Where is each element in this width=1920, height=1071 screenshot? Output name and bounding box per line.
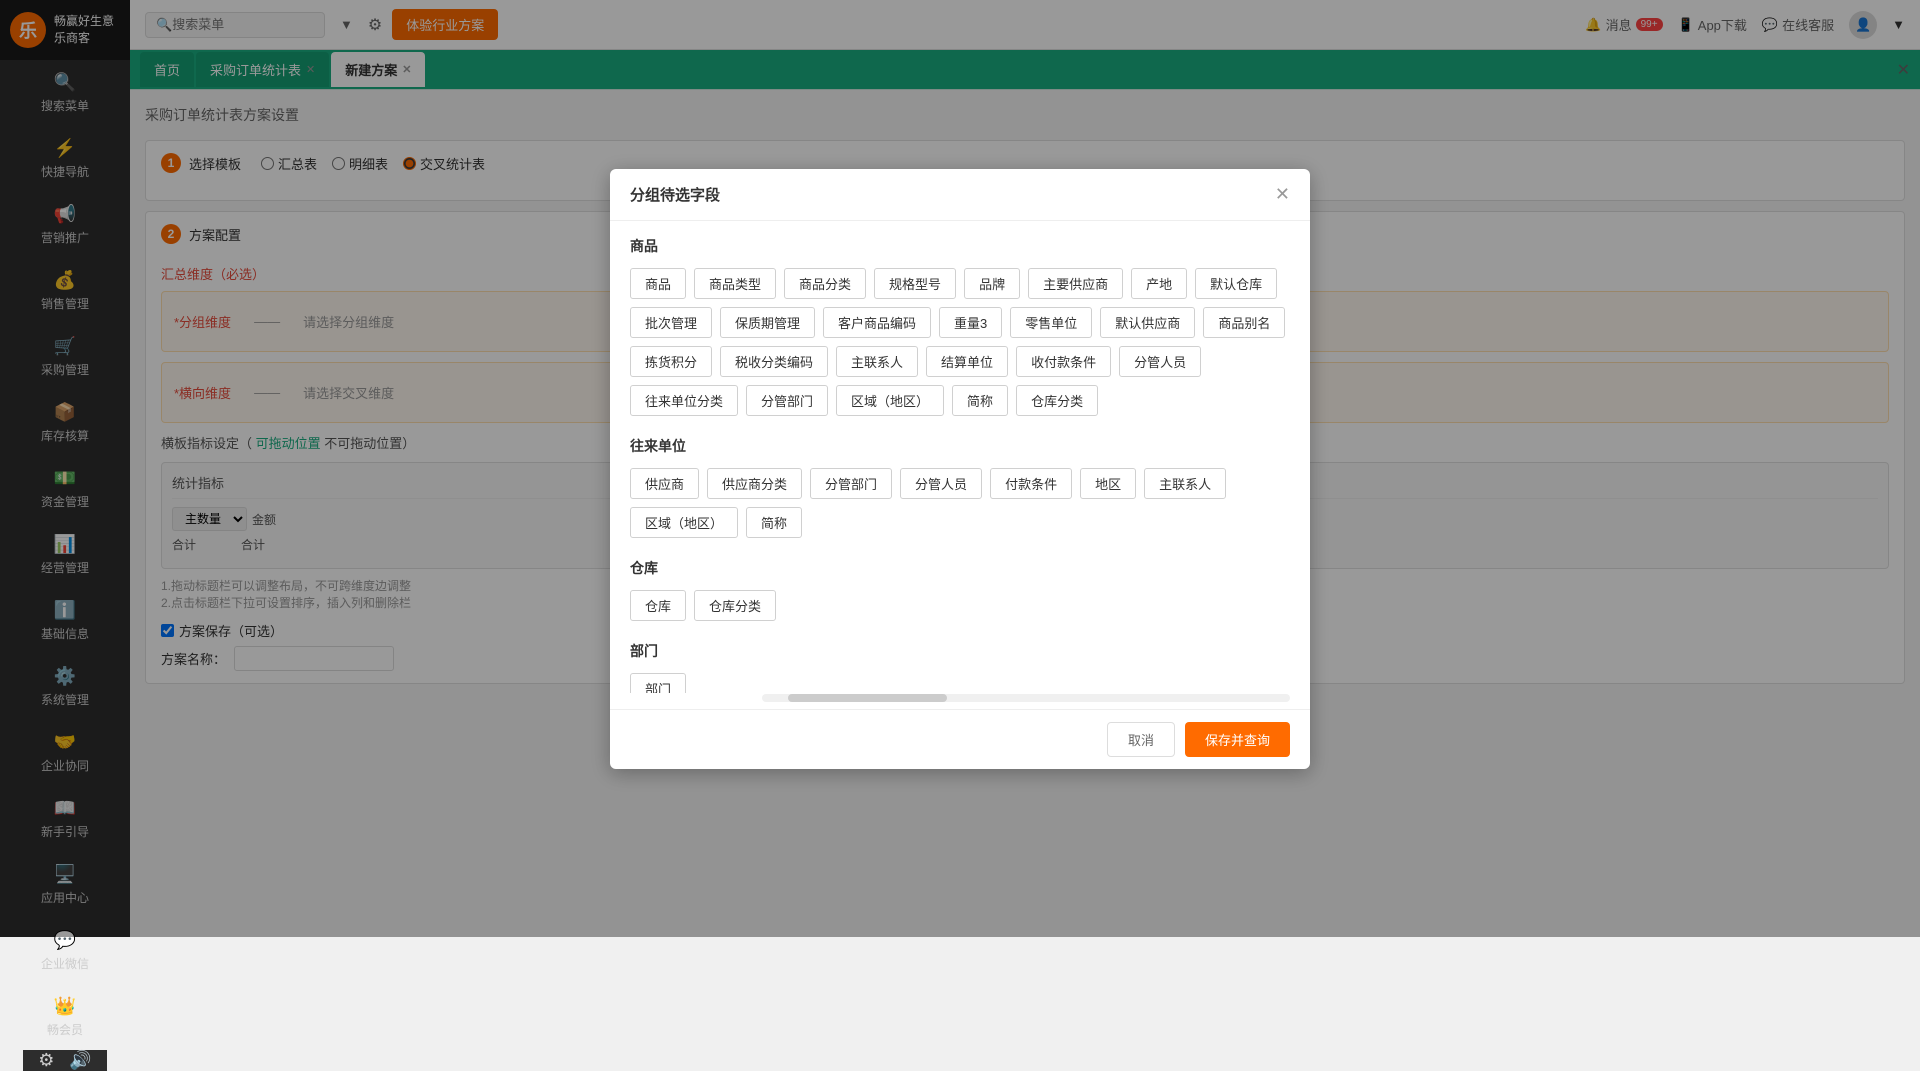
- field-tag-3-0[interactable]: 部门: [630, 673, 686, 694]
- field-tag-0-19[interactable]: 收付款条件: [1016, 346, 1111, 377]
- field-tags-3: 部门: [630, 673, 1290, 694]
- sidebar-item-14[interactable]: 👑 畅会员: [0, 984, 130, 1050]
- modal-footer: 取消 保存并查询: [610, 709, 1310, 769]
- modal-header: 分组待选字段 ✕: [610, 169, 1310, 221]
- field-tag-2-1[interactable]: 仓库分类: [694, 590, 776, 621]
- field-tag-1-6[interactable]: 主联系人: [1144, 468, 1226, 499]
- field-section-title-3: 部门: [630, 641, 1290, 661]
- field-tag-1-2[interactable]: 分管部门: [810, 468, 892, 499]
- field-section-title-2: 仓库: [630, 558, 1290, 578]
- settings-icon[interactable]: ⚙: [38, 1050, 54, 1071]
- field-tag-0-2[interactable]: 商品分类: [784, 268, 866, 299]
- modal-close-btn[interactable]: ✕: [1275, 184, 1290, 205]
- confirm-button[interactable]: 保存并查询: [1185, 722, 1290, 757]
- field-tag-0-13[interactable]: 默认供应商: [1100, 307, 1195, 338]
- field-section-1: 往来单位供应商供应商分类分管部门分管人员付款条件地区主联系人区域（地区） 简称: [630, 436, 1290, 538]
- field-tags-2: 仓库仓库分类: [630, 590, 1290, 621]
- field-tags-0: 商品商品类型商品分类规格型号品牌主要供应商产地默认仓库批次管理保质期管理客户商品…: [630, 268, 1290, 416]
- field-tag-1-1[interactable]: 供应商分类: [707, 468, 802, 499]
- field-tag-0-5[interactable]: 主要供应商: [1028, 268, 1123, 299]
- field-tag-1-4[interactable]: 付款条件: [990, 468, 1072, 499]
- modal-body: 商品商品商品类型商品分类规格型号品牌主要供应商产地默认仓库批次管理保质期管理客户…: [610, 221, 1310, 694]
- audio-icon[interactable]: 🔊: [69, 1050, 91, 1071]
- field-tag-1-5[interactable]: 地区: [1080, 468, 1136, 499]
- field-tag-0-16[interactable]: 税收分类编码: [720, 346, 828, 377]
- field-tag-0-15[interactable]: 拣货积分: [630, 346, 712, 377]
- sidebar-icon-14: 👑: [54, 996, 76, 1017]
- field-tag-1-0[interactable]: 供应商: [630, 468, 699, 499]
- modal-overlay: 分组待选字段 ✕ 商品商品商品类型商品分类规格型号品牌主要供应商产地默认仓库批次…: [0, 0, 1920, 937]
- field-tag-0-4[interactable]: 品牌: [964, 268, 1020, 299]
- field-tag-0-10[interactable]: 客户商品编码: [823, 307, 931, 338]
- field-tag-0-3[interactable]: 规格型号: [874, 268, 956, 299]
- field-tags-1: 供应商供应商分类分管部门分管人员付款条件地区主联系人区域（地区） 简称: [630, 468, 1290, 538]
- field-tag-0-1[interactable]: 商品类型: [694, 268, 776, 299]
- field-tag-0-14[interactable]: 商品别名: [1203, 307, 1285, 338]
- field-tag-0-11[interactable]: 重量3: [939, 307, 1002, 338]
- cancel-button[interactable]: 取消: [1107, 722, 1175, 757]
- modal-title: 分组待选字段: [630, 184, 720, 205]
- field-section-0: 商品商品商品类型商品分类规格型号品牌主要供应商产地默认仓库批次管理保质期管理客户…: [630, 236, 1290, 416]
- field-tag-0-12[interactable]: 零售单位: [1010, 307, 1092, 338]
- field-tag-0-23[interactable]: 区域（地区）: [836, 385, 944, 416]
- field-tag-0-24[interactable]: 简称: [952, 385, 1008, 416]
- sidebar-label-14: 畅会员: [47, 1021, 83, 1038]
- field-section-title-0: 商品: [630, 236, 1290, 256]
- field-tag-0-22[interactable]: 分管部门: [746, 385, 828, 416]
- field-tag-0-25[interactable]: 仓库分类: [1016, 385, 1098, 416]
- sidebar-bottom-bar: ⚙ 🔊: [23, 1050, 107, 1071]
- field-tag-0-9[interactable]: 保质期管理: [720, 307, 815, 338]
- field-section-3: 部门部门: [630, 641, 1290, 694]
- field-tag-0-8[interactable]: 批次管理: [630, 307, 712, 338]
- field-section-2: 仓库仓库仓库分类: [630, 558, 1290, 621]
- field-tag-0-6[interactable]: 产地: [1131, 268, 1187, 299]
- field-tag-0-0[interactable]: 商品: [630, 268, 686, 299]
- field-tag-1-8[interactable]: 简称: [746, 507, 802, 538]
- field-tag-0-17[interactable]: 主联系人: [836, 346, 918, 377]
- field-tag-0-18[interactable]: 结算单位: [926, 346, 1008, 377]
- field-tag-1-7[interactable]: 区域（地区）: [630, 507, 738, 538]
- field-select-modal: 分组待选字段 ✕ 商品商品商品类型商品分类规格型号品牌主要供应商产地默认仓库批次…: [610, 169, 1310, 769]
- field-tag-2-0[interactable]: 仓库: [630, 590, 686, 621]
- field-section-title-1: 往来单位: [630, 436, 1290, 456]
- sidebar-label-13: 企业微信: [41, 955, 89, 972]
- field-tag-0-7[interactable]: 默认仓库: [1195, 268, 1277, 299]
- field-tag-0-21[interactable]: 往来单位分类: [630, 385, 738, 416]
- field-tag-0-20[interactable]: 分管人员: [1119, 346, 1201, 377]
- field-tag-1-3[interactable]: 分管人员: [900, 468, 982, 499]
